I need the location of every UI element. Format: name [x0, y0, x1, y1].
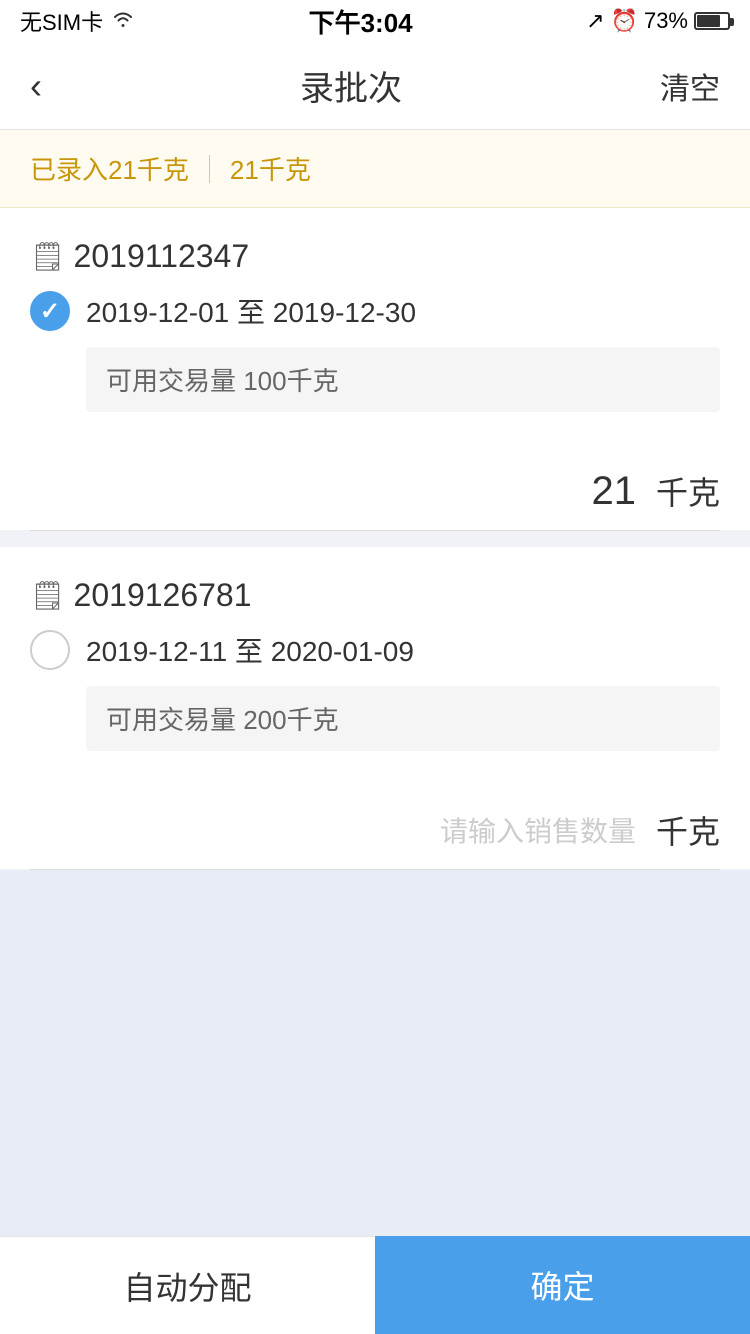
summary-divider	[209, 155, 210, 183]
batch-date-row-2: 2019-12-11 至 2020-01-09	[30, 630, 720, 670]
wifi-icon	[111, 8, 135, 34]
status-time: 下午3:04	[309, 3, 413, 40]
batch-date-2: 2019-12-11 至 2020-01-09	[86, 630, 414, 670]
bottom-buttons: 自动分配 确定	[0, 1236, 750, 1334]
batch-header-2: 🗒 2019126781	[30, 577, 720, 614]
batch-date-row-1: 2019-12-01 至 2019-12-30	[30, 291, 720, 331]
summary-label: 已录入21千克	[30, 150, 189, 187]
empty-area	[0, 870, 750, 1270]
status-bar: 无SIM卡 下午3:04 ↗ ⏰ 73%	[0, 0, 750, 42]
batch-radio-2[interactable]	[30, 630, 70, 670]
summary-amount: 21千克	[230, 150, 311, 187]
clear-button[interactable]: 清空	[660, 64, 720, 108]
batch-doc-icon-2: 🗒	[30, 579, 66, 612]
batch-item-2: 🗒 2019126781 2019-12-11 至 2020-01-09 可用交…	[0, 547, 750, 791]
confirm-button[interactable]: 确定	[375, 1236, 750, 1334]
batch-header-1: 🗒 2019112347	[30, 238, 720, 275]
location-icon: ↗	[586, 8, 604, 34]
quantity-input-2[interactable]: 请输入销售数量	[30, 810, 636, 850]
auto-distribute-button[interactable]: 自动分配	[0, 1236, 375, 1334]
section-separator	[0, 531, 750, 547]
alarm-icon: ⏰	[611, 8, 638, 34]
page-title: 录批次	[300, 61, 402, 110]
batch-date-1: 2019-12-01 至 2019-12-30	[86, 291, 416, 331]
batch-id-2: 2019126781	[74, 577, 252, 614]
batch-doc-icon-1: 🗒	[30, 240, 66, 273]
batch-availability-2: 可用交易量 200千克	[86, 686, 720, 751]
quantity-row-2[interactable]: 请输入销售数量 千克	[0, 791, 750, 869]
nav-bar: ‹ 录批次 清空	[0, 42, 750, 130]
battery-icon	[694, 12, 730, 30]
quantity-placeholder-2: 请输入销售数量	[440, 810, 636, 850]
batch-item-1: 🗒 2019112347 2019-12-01 至 2019-12-30 可用交…	[0, 208, 750, 452]
quantity-value-1: 21	[591, 469, 636, 514]
quantity-unit-1: 千克	[656, 468, 720, 514]
availability-text-2: 可用交易量 200千克	[106, 705, 339, 735]
summary-bar: 已录入21千克 21千克	[0, 130, 750, 208]
batch-availability-1: 可用交易量 100千克	[86, 347, 720, 412]
status-right: ↗ ⏰ 73%	[586, 8, 730, 34]
quantity-row-1[interactable]: 21 千克	[0, 452, 750, 530]
quantity-input-1[interactable]: 21	[30, 469, 636, 514]
batch-radio-1[interactable]	[30, 291, 70, 331]
status-left: 无SIM卡	[20, 5, 135, 37]
quantity-unit-2: 千克	[656, 807, 720, 853]
battery-percent: 73%	[644, 8, 688, 34]
back-button[interactable]: ‹	[30, 65, 42, 107]
carrier-text: 无SIM卡	[20, 5, 103, 37]
batch-id-1: 2019112347	[74, 238, 250, 275]
batch-list: 🗒 2019112347 2019-12-01 至 2019-12-30 可用交…	[0, 208, 750, 870]
availability-text-1: 可用交易量 100千克	[106, 366, 339, 396]
